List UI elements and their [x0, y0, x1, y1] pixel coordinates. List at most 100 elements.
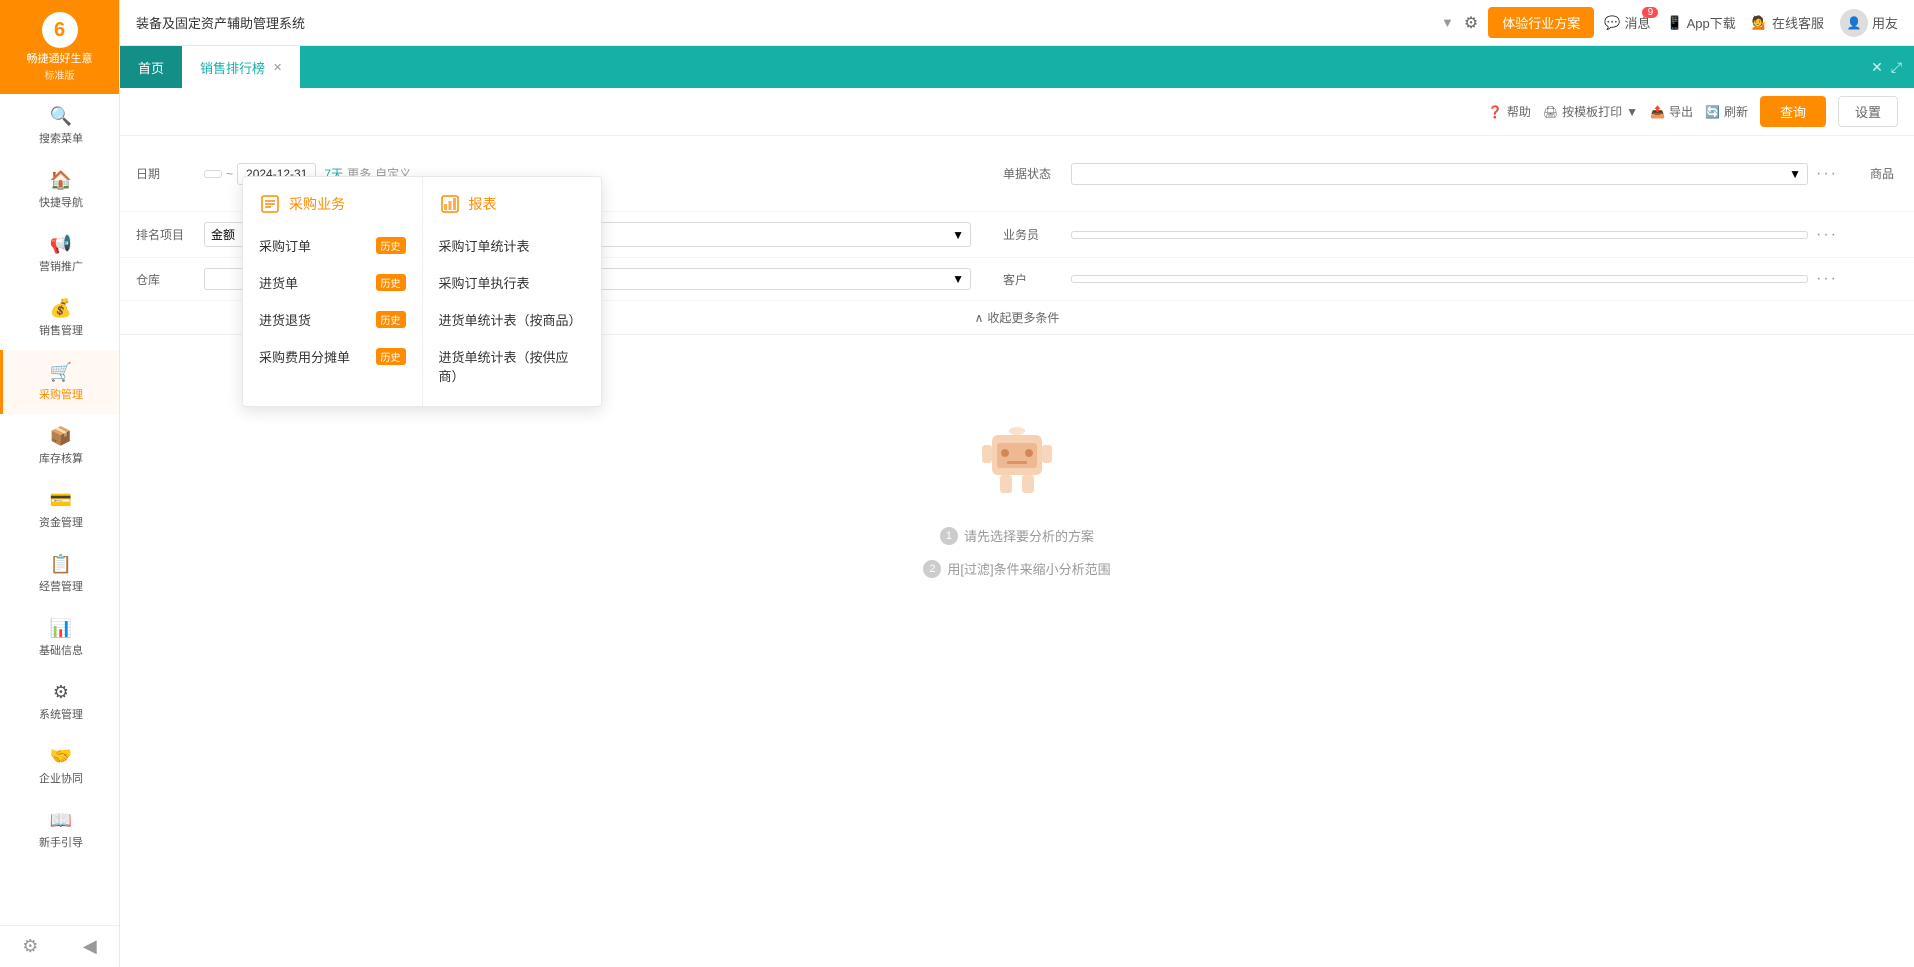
refresh-button[interactable]: 🔄 刷新: [1705, 103, 1748, 120]
sidebar-item-label: 系统管理: [39, 706, 83, 722]
topbar-user[interactable]: 👤 用友: [1840, 9, 1898, 37]
logo-icon: 6: [42, 12, 78, 48]
sidebar-item-label: 基础信息: [39, 642, 83, 658]
inventory-icon: 📦: [50, 426, 72, 447]
sidebar-item-label: 快捷导航: [39, 194, 83, 210]
sidebar-item-sales[interactable]: 💰 销售管理: [0, 286, 119, 350]
dropdown-item-purchase-order[interactable]: 采购订单 历史: [243, 227, 422, 264]
dropdown-item-inbound[interactable]: 进货单 历史: [243, 264, 422, 301]
hint-text-2: 用[过滤]条件来缩小分析范围: [947, 559, 1110, 578]
avatar-icon: 👤: [1847, 16, 1862, 30]
sidebar-collapse-button[interactable]: ◀: [83, 936, 97, 957]
topbar-app-download[interactable]: 📱 App下载: [1666, 13, 1735, 32]
logo-symbol: 6: [54, 19, 65, 42]
topbar-online-service[interactable]: 💁 在线客服: [1752, 13, 1824, 32]
app-download-label: App下载: [1687, 13, 1736, 32]
filter-status-cell: 单据状态 ▼ ···: [987, 136, 1854, 212]
export-button[interactable]: 📤 导出: [1650, 103, 1693, 120]
sidebar-item-inventory[interactable]: 📦 库存核算: [0, 414, 119, 478]
enterprise-icon: 🤝: [50, 746, 72, 767]
filter-salesperson-dots[interactable]: ···: [1816, 226, 1838, 244]
dropdown-report-header: 报表: [423, 189, 602, 227]
online-service-icon: 💁: [1752, 15, 1768, 31]
empty-hint-2: 2 用[过滤]条件来缩小分析范围: [923, 559, 1110, 578]
sidebar-item-label: 企业协同: [39, 770, 83, 786]
dropdown-item-label: 进货单统计表（按商品）: [439, 310, 582, 329]
topbar-title: 装备及固定资产辅助管理系统: [136, 13, 1431, 32]
dropdown-item-report-3[interactable]: 进货单统计表（按商品）: [423, 301, 602, 338]
hint-num-1: 1: [940, 527, 958, 545]
sidebar: 6 畅捷通好生意 标准版 🔍 搜索菜单 🏠 快捷导航 📢 营销推广 💰 销售管理…: [0, 0, 120, 967]
filter-salesperson-select[interactable]: [1071, 231, 1808, 239]
tabbar: 首页 销售排行榜 ✕ ✕ ⤢: [120, 46, 1914, 88]
content-area: ❓ 帮助 🖨 按模板打印 ▼ 📤 导出 🔄 刷新 查询 设置: [120, 88, 1914, 967]
dropdown-item-label: 进货单统计表（按供应商）: [439, 347, 586, 385]
query-button[interactable]: 查询: [1760, 96, 1826, 127]
report-col-icon: [439, 193, 461, 215]
operations-icon: 📋: [50, 554, 72, 575]
empty-icon: [967, 415, 1067, 505]
chevron-down-icon2: ▼: [952, 228, 964, 242]
topbar-messages[interactable]: 💬 消息 9: [1604, 13, 1650, 32]
sidebar-item-label: 搜索菜单: [39, 130, 83, 146]
dropdown-item-report-2[interactable]: 采购订单执行表: [423, 264, 602, 301]
purchase-col-icon: [259, 193, 281, 215]
sales-icon: 💰: [50, 298, 72, 319]
sidebar-item-system[interactable]: ⚙ 系统管理: [0, 670, 119, 734]
filter-customer-dots[interactable]: ···: [1816, 270, 1838, 288]
sidebar-item-quick-nav[interactable]: 🏠 快捷导航: [0, 158, 119, 222]
hint-num-2: 2: [923, 560, 941, 578]
tab-home[interactable]: 首页: [120, 46, 182, 88]
filter-salesperson-label: 业务员: [1003, 226, 1063, 243]
dropdown-item-report-1[interactable]: 采购订单统计表: [423, 227, 602, 264]
tab-close-all-icon[interactable]: ✕: [1871, 59, 1883, 76]
app-download-icon: 📱: [1666, 15, 1682, 31]
dropdown-item-inbound-return[interactable]: 进货退货 历史: [243, 301, 422, 338]
filter-customer-select[interactable]: [1071, 275, 1808, 283]
sidebar-item-label: 经营管理: [39, 578, 83, 594]
sidebar-item-purchase[interactable]: 🛒 采购管理: [0, 350, 119, 414]
print-button[interactable]: 🖨 按模板打印 ▼: [1543, 103, 1638, 120]
chevron-down-icon: ▼: [1789, 167, 1801, 181]
tab-close-button[interactable]: ✕: [273, 61, 282, 74]
dropdown-purchase-col: 采购业务 采购订单 历史 进货单 历史 进货退货 历史: [243, 177, 423, 406]
dropdown-item-purchase-expense[interactable]: 采购费用分摊单 历史: [243, 338, 422, 375]
collapse-label: 收起更多条件: [987, 309, 1059, 326]
tab-sales-rank[interactable]: 销售排行榜 ✕: [182, 46, 300, 88]
filter-goods-cell: 商品 设计桑 ✕ ···: [1854, 136, 1914, 212]
export-icon: 📤: [1650, 105, 1665, 119]
dropdown-item-label: 进货单: [259, 273, 298, 292]
sidebar-item-basic-info[interactable]: 📊 基础信息: [0, 606, 119, 670]
help-button[interactable]: ❓ 帮助: [1488, 103, 1531, 120]
filter-date-start[interactable]: [204, 170, 222, 178]
filter-toolbar: ❓ 帮助 🖨 按模板打印 ▼ 📤 导出 🔄 刷新 查询 设置: [120, 88, 1914, 136]
sidebar-item-label: 采购管理: [39, 386, 83, 402]
refresh-label: 刷新: [1724, 103, 1748, 120]
sidebar-item-label: 资金管理: [39, 514, 83, 530]
purchase-col-title: 采购业务: [289, 194, 345, 214]
filter-status-select[interactable]: ▼: [1071, 163, 1808, 185]
dropdown-panel: 采购业务 采购订单 历史 进货单 历史 进货退货 历史: [242, 176, 602, 407]
tab-expand-icon[interactable]: ⤢: [1891, 59, 1902, 76]
sidebar-item-search[interactable]: 🔍 搜索菜单: [0, 94, 119, 158]
topbar: 装备及固定资产辅助管理系统 ▼ ⚙ 体验行业方案 💬 消息 9 📱 App下载 …: [120, 0, 1914, 46]
filter-rank-value: 金额: [211, 226, 235, 243]
tab-sales-rank-label: 销售排行榜: [200, 58, 265, 77]
empty-hint-1: 1 请先选择要分析的方案: [940, 526, 1094, 545]
topbar-settings-button[interactable]: ⚙: [1464, 13, 1478, 33]
topbar-industry-button[interactable]: 体验行业方案: [1488, 7, 1594, 38]
settings-button[interactable]: 设置: [1838, 96, 1898, 127]
filter-status-dots[interactable]: ···: [1816, 165, 1838, 183]
sidebar-item-label: 营销推广: [39, 258, 83, 274]
sidebar-item-marketing[interactable]: 📢 营销推广: [0, 222, 119, 286]
history-badge-2: 历史: [376, 311, 406, 328]
sidebar-settings-button[interactable]: ⚙: [22, 936, 38, 957]
filter-date-separator: ~: [226, 167, 233, 181]
sidebar-item-funds[interactable]: 💳 资金管理: [0, 478, 119, 542]
topbar-dropdown-icon[interactable]: ▼: [1441, 15, 1454, 30]
sidebar-item-guide[interactable]: 📖 新手引导: [0, 798, 119, 862]
sidebar-item-operations[interactable]: 📋 经营管理: [0, 542, 119, 606]
dropdown-item-report-4[interactable]: 进货单统计表（按供应商）: [423, 338, 602, 394]
sidebar-item-enterprise[interactable]: 🤝 企业协同: [0, 734, 119, 798]
report-col-title: 报表: [469, 194, 497, 214]
